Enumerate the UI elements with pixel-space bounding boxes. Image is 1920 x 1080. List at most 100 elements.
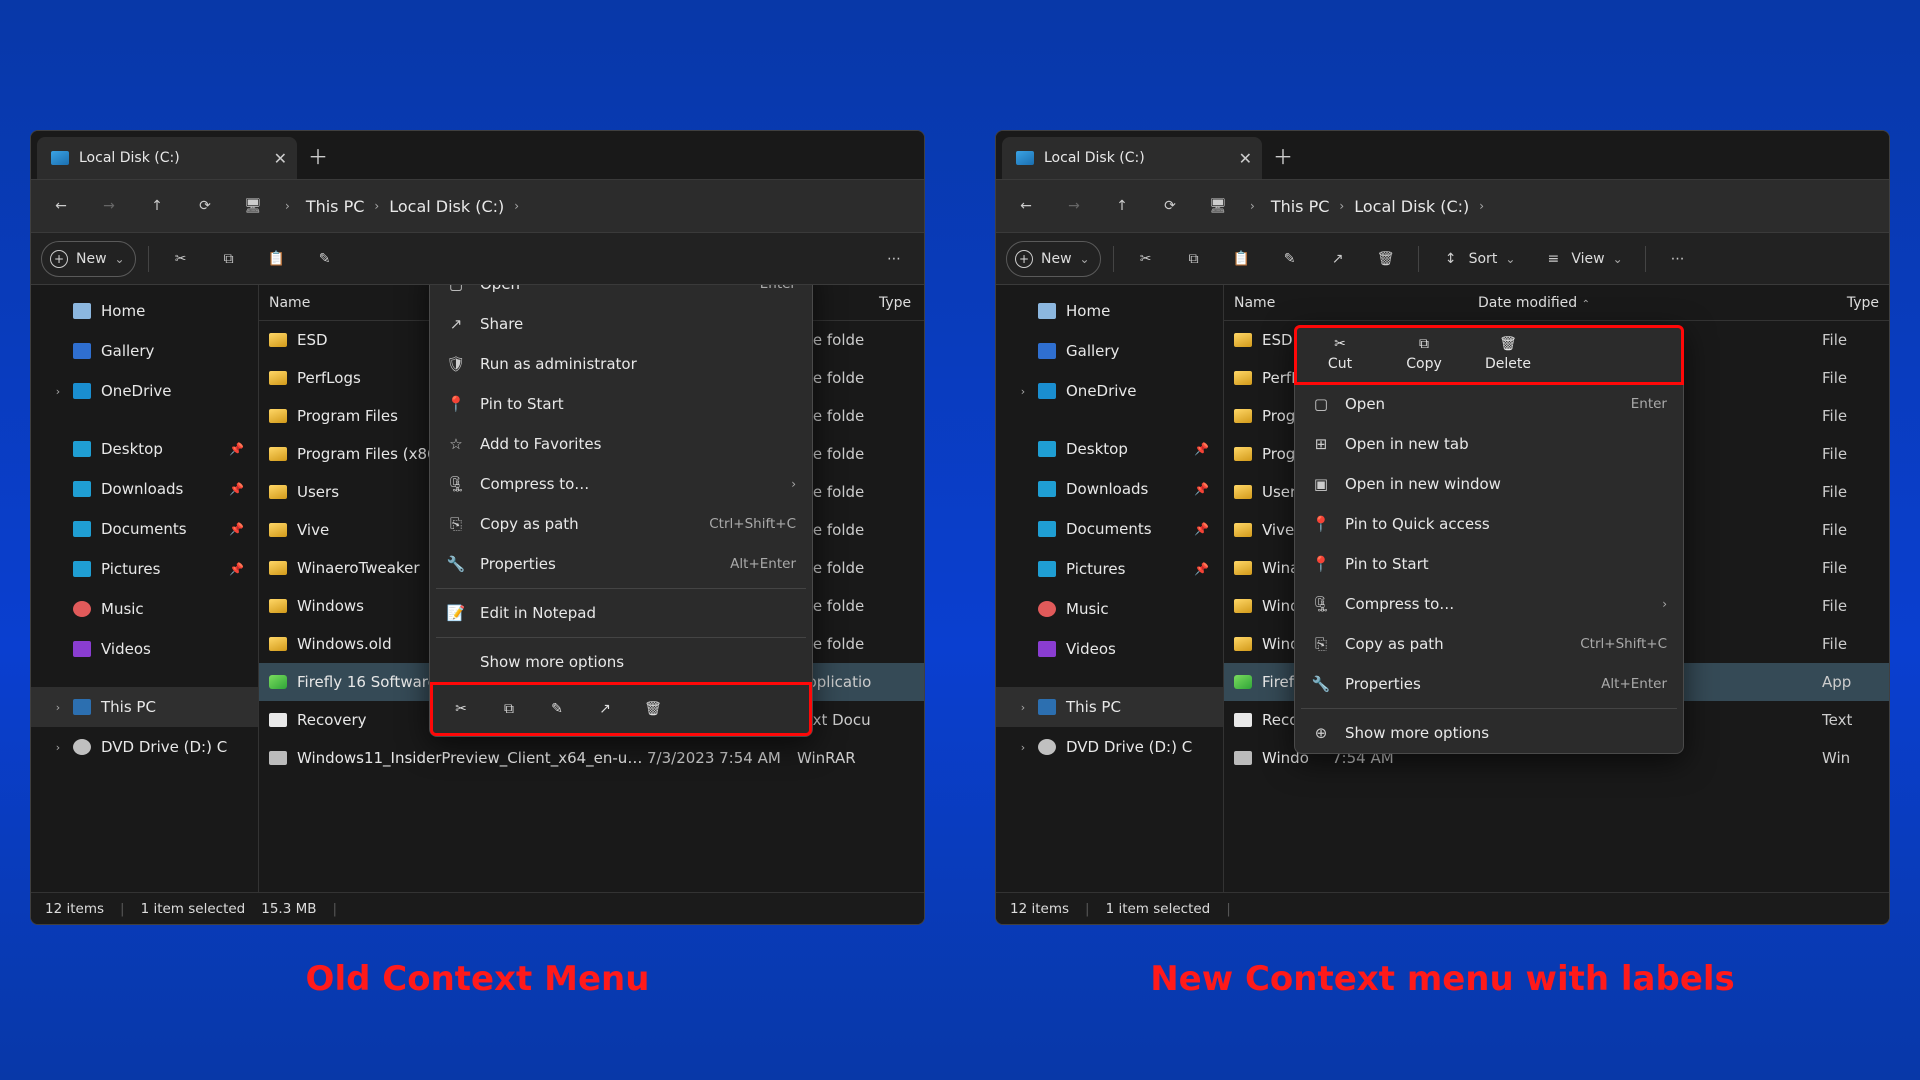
back-button[interactable]: ← [45, 190, 77, 222]
new-tab-button[interactable]: ＋ [297, 131, 339, 179]
cut-button[interactable]: ✂ [1126, 241, 1166, 277]
col-date[interactable]: Date modified ⌃ [1384, 295, 1684, 311]
menu-open-new-window[interactable]: ▣Open in new window [1295, 464, 1683, 504]
menu-compress[interactable]: 🗜Compress to…› [1295, 584, 1683, 624]
breadcrumb-localdisk[interactable]: Local Disk (C:) [1354, 197, 1469, 216]
copy-button[interactable]: ⧉ [1174, 241, 1214, 277]
close-icon[interactable]: ✕ [1239, 149, 1252, 168]
menu-open[interactable]: ▢OpenEnter [1295, 384, 1683, 424]
copy-button[interactable]: ⧉ [209, 241, 249, 277]
sidebar-item-home[interactable]: Home [996, 291, 1223, 331]
col-name[interactable]: Name [1234, 295, 1384, 311]
breadcrumb-thispc[interactable]: This PC [1271, 197, 1330, 216]
sidebar-item-dvd[interactable]: ›DVD Drive (D:) C [31, 727, 258, 767]
pin-icon: 📌 [229, 562, 244, 576]
menu-delete[interactable]: 🗑Delete [1477, 336, 1539, 372]
menu-share[interactable]: ↗Share [430, 304, 812, 344]
menu-add-favorites[interactable]: ☆Add to Favorites [430, 424, 812, 464]
chevron-right-icon[interactable]: › [374, 199, 379, 213]
sidebar-item-dvd[interactable]: ›DVD Drive (D:) C [996, 727, 1223, 767]
file-type: WinRAR [797, 749, 856, 767]
copy-icon[interactable]: ⧉ [495, 695, 523, 723]
sidebar-item-desktop[interactable]: Desktop📌 [31, 429, 258, 469]
menu-compress[interactable]: 🗜Compress to…› [430, 464, 812, 504]
col-type[interactable]: Type [1684, 295, 1889, 311]
sidebar-item-videos[interactable]: Videos [31, 629, 258, 669]
column-headers[interactable]: Name Date modified ⌃ Type [1224, 285, 1889, 321]
sidebar-item-onedrive[interactable]: ›OneDrive [996, 371, 1223, 411]
rename-icon[interactable]: ✎ [543, 695, 571, 723]
sidebar-item-gallery[interactable]: Gallery [31, 331, 258, 371]
rename-button[interactable]: ✎ [305, 241, 345, 277]
chevron-right-icon[interactable]: › [285, 199, 290, 213]
context-menu-old[interactable]: ▢OpenEnter ↗Share 🛡Run as administrator … [429, 285, 813, 737]
sort-button[interactable]: ↕Sort⌄ [1431, 241, 1526, 277]
menu-pin-start[interactable]: 📍Pin to Start [430, 384, 812, 424]
share-button[interactable]: ↗ [1318, 241, 1358, 277]
sidebar-item-pictures[interactable]: Pictures📌 [31, 549, 258, 589]
menu-properties[interactable]: 🔧PropertiesAlt+Enter [430, 544, 812, 584]
forward-button[interactable]: → [1058, 190, 1090, 222]
back-button[interactable]: ← [1010, 190, 1042, 222]
menu-cut[interactable]: ✂Cut [1309, 336, 1371, 372]
rename-button[interactable]: ✎ [1270, 241, 1310, 277]
new-button[interactable]: +New⌄ [1006, 241, 1101, 277]
context-menu-new[interactable]: ✂Cut ⧉Copy 🗑Delete ▢OpenEnter ⊞Open in n… [1294, 325, 1684, 754]
sidebar-item-videos[interactable]: Videos [996, 629, 1223, 669]
delete-icon[interactable]: 🗑 [639, 695, 667, 723]
sidebar-item-thispc[interactable]: ›This PC [31, 687, 258, 727]
sidebar-item-home[interactable]: Home [31, 291, 258, 331]
new-button[interactable]: +New⌄ [41, 241, 136, 277]
share-icon[interactable]: ↗ [591, 695, 619, 723]
table-row[interactable]: Windows11_InsiderPreview_Client_x64_en-u… [259, 739, 924, 777]
sidebar-item-desktop[interactable]: Desktop📌 [996, 429, 1223, 469]
sidebar-item-thispc[interactable]: ›This PC [996, 687, 1223, 727]
more-button[interactable]: ⋯ [1658, 241, 1698, 277]
menu-show-more[interactable]: ⊕Show more options [1295, 713, 1683, 753]
col-type[interactable]: Type [879, 295, 924, 311]
up-button[interactable]: ↑ [1106, 190, 1138, 222]
sidebar-item-downloads[interactable]: Downloads📌 [996, 469, 1223, 509]
paste-button[interactable]: 📋 [1222, 241, 1262, 277]
chevron-right-icon[interactable]: › [514, 199, 519, 213]
tab-local-disk[interactable]: Local Disk (C:) ✕ [1002, 137, 1262, 179]
refresh-button[interactable]: ⟳ [1154, 190, 1186, 222]
new-tab-button[interactable]: ＋ [1262, 131, 1304, 179]
cut-icon[interactable]: ✂ [447, 695, 475, 723]
breadcrumb-localdisk[interactable]: Local Disk (C:) [389, 197, 504, 216]
sidebar-item-documents[interactable]: Documents📌 [996, 509, 1223, 549]
tab-local-disk[interactable]: Local Disk (C:) ✕ [37, 137, 297, 179]
chevron-right-icon[interactable]: › [1479, 199, 1484, 213]
menu-open-new-tab[interactable]: ⊞Open in new tab [1295, 424, 1683, 464]
sidebar-item-pictures[interactable]: Pictures📌 [996, 549, 1223, 589]
sidebar-item-music[interactable]: Music [996, 589, 1223, 629]
view-button[interactable]: ≡View⌄ [1533, 241, 1632, 277]
sidebar-item-music[interactable]: Music [31, 589, 258, 629]
menu-show-more[interactable]: Show more options [430, 642, 812, 682]
menu-copy[interactable]: ⧉Copy [1393, 336, 1455, 372]
menu-pin-quick-access[interactable]: 📍Pin to Quick access [1295, 504, 1683, 544]
breadcrumb-thispc[interactable]: This PC [306, 197, 365, 216]
close-icon[interactable]: ✕ [274, 149, 287, 168]
menu-open[interactable]: ▢OpenEnter [430, 285, 812, 304]
cut-button[interactable]: ✂ [161, 241, 201, 277]
forward-button[interactable]: → [93, 190, 125, 222]
menu-copy-path[interactable]: ⎘Copy as pathCtrl+Shift+C [1295, 624, 1683, 664]
sidebar-item-onedrive[interactable]: ›OneDrive [31, 371, 258, 411]
menu-copy-path[interactable]: ⎘Copy as pathCtrl+Shift+C [430, 504, 812, 544]
file-type: App [1822, 673, 1851, 691]
menu-edit-notepad[interactable]: 📝Edit in Notepad [430, 593, 812, 633]
chevron-right-icon[interactable]: › [1250, 199, 1255, 213]
more-button[interactable]: ⋯ [874, 241, 914, 277]
menu-properties[interactable]: 🔧PropertiesAlt+Enter [1295, 664, 1683, 704]
refresh-button[interactable]: ⟳ [189, 190, 221, 222]
menu-pin-start[interactable]: 📍Pin to Start [1295, 544, 1683, 584]
paste-button[interactable]: 📋 [257, 241, 297, 277]
delete-button[interactable]: 🗑 [1366, 241, 1406, 277]
sidebar-item-documents[interactable]: Documents📌 [31, 509, 258, 549]
sidebar-item-gallery[interactable]: Gallery [996, 331, 1223, 371]
up-button[interactable]: ↑ [141, 190, 173, 222]
chevron-right-icon[interactable]: › [1339, 199, 1344, 213]
menu-run-admin[interactable]: 🛡Run as administrator [430, 344, 812, 384]
sidebar-item-downloads[interactable]: Downloads📌 [31, 469, 258, 509]
